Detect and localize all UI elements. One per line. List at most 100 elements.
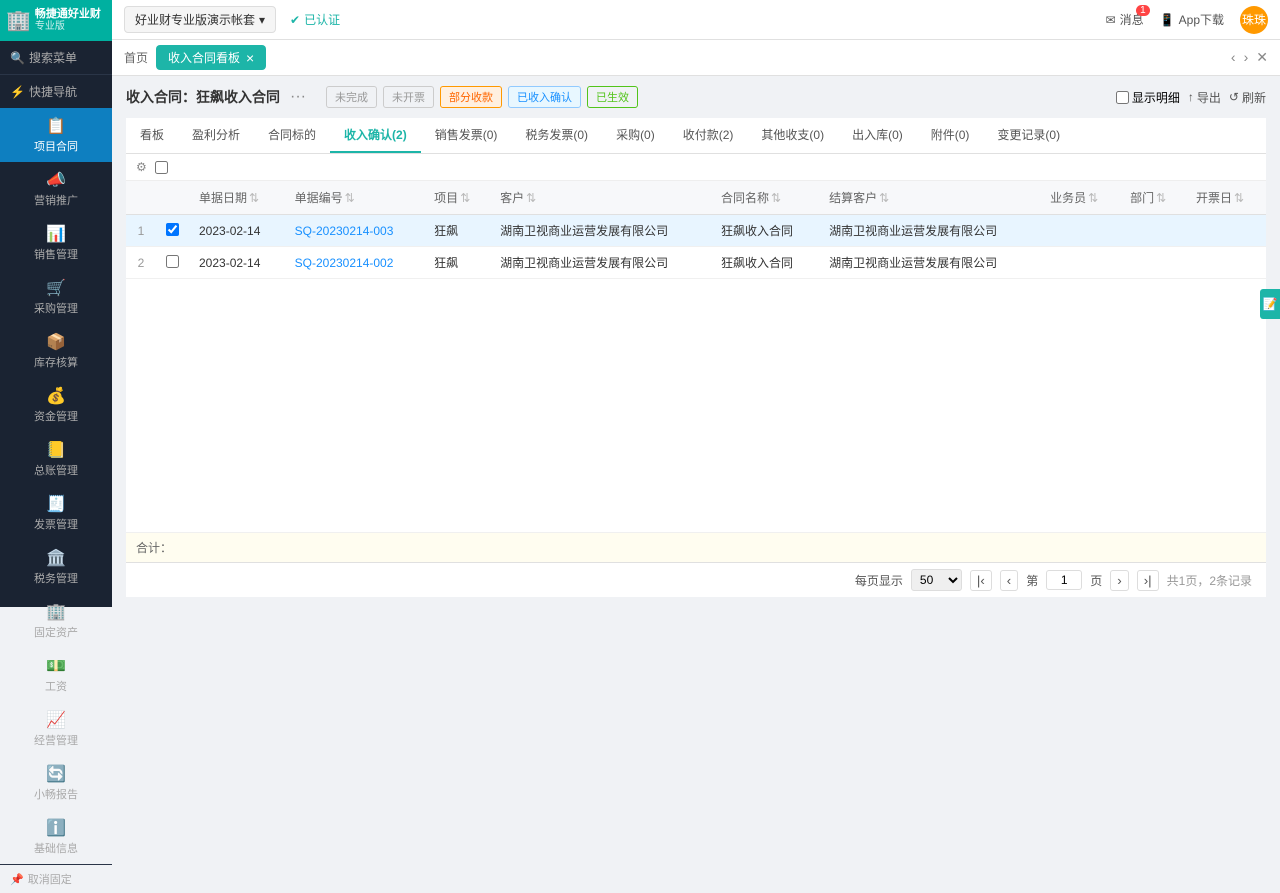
user-avatar[interactable]: 珠珠	[1240, 6, 1268, 34]
sidebar-item-assets[interactable]: 🏢 固定资产	[0, 594, 112, 648]
sidebar-item-workers[interactable]: 💵 工资	[0, 648, 112, 702]
th-number[interactable]: 单据编号⇅	[285, 181, 425, 215]
page-input[interactable]	[1046, 570, 1082, 590]
tab-payment[interactable]: 收付款(2)	[669, 118, 748, 153]
last-page-button[interactable]: ›|	[1137, 570, 1159, 591]
verify-status: ✔ 已认证	[290, 11, 340, 28]
table-row[interactable]: 1 2023-02-14 SQ-20230214-003 狂飙 湖南卫视商业运营…	[126, 215, 1266, 247]
th-open-date[interactable]: 开票日⇅	[1186, 181, 1266, 215]
cell-customer-2: 湖南卫视商业运营发展有限公司	[490, 247, 711, 279]
sidebar-item-bizman[interactable]: 📈 经营管理	[0, 702, 112, 756]
sidebar-item-tax[interactable]: 🏛️ 税务管理	[0, 540, 112, 594]
messages-button[interactable]: ✉ 1 消息	[1106, 11, 1144, 28]
tab-contract-std[interactable]: 合同标的	[254, 118, 330, 153]
active-tab[interactable]: 收入合同看板 ×	[156, 45, 266, 70]
pagination-info: 共1页，2条记录	[1167, 572, 1252, 589]
purchase-icon: 🛒	[46, 278, 66, 298]
sidebar-item-marketing[interactable]: 📣 营销推广	[0, 162, 112, 216]
tab-attachments[interactable]: 附件(0)	[917, 118, 984, 153]
refresh-button[interactable]: ↺ 刷新	[1229, 89, 1266, 106]
sidebar-item-funds[interactable]: 💰 资金管理	[0, 378, 112, 432]
sidebar: 🏢 畅捷通好业财 专业版 🔍 搜索菜单 ⚡ 快捷导航 📋 项目合同 📣 营销推广…	[0, 0, 112, 607]
tab-sales-invoice[interactable]: 销售发票(0)	[421, 118, 512, 153]
th-date[interactable]: 单据日期⇅	[189, 181, 285, 215]
side-note-button[interactable]: 📝	[1260, 289, 1280, 319]
search-menu[interactable]: 🔍 搜索菜单	[0, 41, 112, 75]
show-detail-checkbox[interactable]: 显示明细	[1116, 89, 1180, 106]
cell-contract-1: 狂飙收入合同	[711, 215, 819, 247]
nav-next-button[interactable]: ›	[1244, 49, 1249, 66]
tab-profit[interactable]: 盈利分析	[178, 118, 254, 153]
status-partial-payment[interactable]: 部分收款	[440, 86, 502, 108]
app-download-button[interactable]: 📱 App下载	[1160, 11, 1224, 28]
next-page-button[interactable]: ›	[1110, 570, 1128, 591]
quick-nav[interactable]: ⚡ 快捷导航	[0, 75, 112, 108]
sidebar-item-basic[interactable]: ℹ️ 基础信息	[0, 810, 112, 864]
nav-prev-button[interactable]: ‹	[1231, 49, 1236, 66]
table-header-row: 单据日期⇅ 单据编号⇅ 项目⇅ 客户⇅ 合同名称⇅ 结算客户⇅ 业务员⇅ 部门⇅…	[126, 181, 1266, 215]
cell-customer-1: 湖南卫视商业运营发展有限公司	[490, 215, 711, 247]
unpin-button[interactable]: 📌 取消固定	[0, 865, 112, 893]
prev-page-button[interactable]: ‹	[1000, 570, 1018, 591]
th-salesman[interactable]: 业务员⇅	[1040, 181, 1120, 215]
th-checkbox	[156, 181, 189, 215]
pin-icon: 📌	[10, 873, 24, 886]
logo-icon: 🏢	[6, 8, 31, 33]
tab-purchase[interactable]: 采购(0)	[602, 118, 669, 153]
status-incomplete[interactable]: 未完成	[326, 86, 377, 108]
sidebar-item-invoice[interactable]: 🧾 发票管理	[0, 486, 112, 540]
tab-income-confirm[interactable]: 收入确认(2)	[330, 118, 421, 153]
tab-changes[interactable]: 变更记录(0)	[983, 118, 1074, 153]
row-checkbox-1[interactable]	[156, 215, 189, 247]
sidebar-item-sales[interactable]: 📊 销售管理	[0, 216, 112, 270]
sales-icon: 📊	[46, 224, 66, 244]
contract-header: 收入合同：狂飙收入合同 ··· 未完成 未开票 部分收款 已收入确认 已生效 显…	[126, 86, 1266, 108]
table-row[interactable]: 2 2023-02-14 SQ-20230214-002 狂飙 湖南卫视商业运营…	[126, 247, 1266, 279]
cell-project-2: 狂飙	[424, 247, 490, 279]
pagination: 每页显示 50 20 100 |‹ ‹ 第 页 › ›| 共1页，2条记录	[126, 562, 1266, 597]
sidebar-item-purchase[interactable]: 🛒 采购管理	[0, 270, 112, 324]
status-confirmed[interactable]: 已收入确认	[508, 86, 581, 108]
status-uninvoiced[interactable]: 未开票	[383, 86, 434, 108]
status-tags: 未完成 未开票 部分收款 已收入确认 已生效	[326, 86, 638, 108]
status-effective[interactable]: 已生效	[587, 86, 638, 108]
nav-icon: ⚡	[10, 85, 25, 99]
cell-number-2[interactable]: SQ-20230214-002	[285, 247, 425, 279]
home-tab[interactable]: 首页	[124, 49, 148, 66]
contract-more-button[interactable]: ···	[290, 88, 306, 106]
row-index-1: 1	[126, 215, 156, 247]
detail-checkbox-input[interactable]	[1116, 91, 1129, 104]
th-dept[interactable]: 部门⇅	[1120, 181, 1186, 215]
sidebar-item-reports[interactable]: 🔄 小畅报告	[0, 756, 112, 810]
tab-tax-invoice[interactable]: 税务发票(0)	[511, 118, 602, 153]
cell-open-date-1	[1186, 215, 1266, 247]
company-selector[interactable]: 好业财专业版演示帐套 ▾	[124, 6, 276, 33]
cell-number-1[interactable]: SQ-20230214-003	[285, 215, 425, 247]
sort-dept-icon: ⇅	[1156, 191, 1166, 205]
table-scroll[interactable]: 单据日期⇅ 单据编号⇅ 项目⇅ 客户⇅ 合同名称⇅ 结算客户⇅ 业务员⇅ 部门⇅…	[126, 181, 1266, 532]
basic-icon: ℹ️	[46, 818, 66, 838]
export-icon: ↑	[1188, 90, 1194, 104]
setting-icon[interactable]: ⚙	[136, 160, 147, 174]
per-page-select[interactable]: 50 20 100	[911, 569, 962, 591]
close-tab-button[interactable]: ×	[246, 50, 254, 66]
company-name: 好业财专业版演示帐套	[135, 11, 255, 28]
tab-other-income[interactable]: 其他收支(0)	[747, 118, 838, 153]
sidebar-item-general[interactable]: 📒 总账管理	[0, 432, 112, 486]
th-contract[interactable]: 合同名称⇅	[711, 181, 819, 215]
sidebar-item-inventory[interactable]: 📦 库存核算	[0, 324, 112, 378]
first-page-button[interactable]: |‹	[970, 570, 992, 591]
tab-warehouse[interactable]: 出入库(0)	[838, 118, 917, 153]
tab-kanban[interactable]: 看板	[126, 118, 178, 153]
general-icon: 📒	[46, 440, 66, 460]
th-project[interactable]: 项目⇅	[424, 181, 490, 215]
app-icon: 📱	[1160, 13, 1175, 27]
sidebar-item-project[interactable]: 📋 项目合同	[0, 108, 112, 162]
logo-text: 畅捷通好业财 专业版	[35, 8, 101, 33]
th-customer[interactable]: 客户⇅	[490, 181, 711, 215]
select-all-checkbox[interactable]	[155, 161, 168, 174]
export-button[interactable]: ↑ 导出	[1188, 89, 1221, 106]
nav-close-button[interactable]: ✕	[1256, 49, 1268, 66]
th-client[interactable]: 结算客户⇅	[819, 181, 1040, 215]
row-checkbox-2[interactable]	[156, 247, 189, 279]
